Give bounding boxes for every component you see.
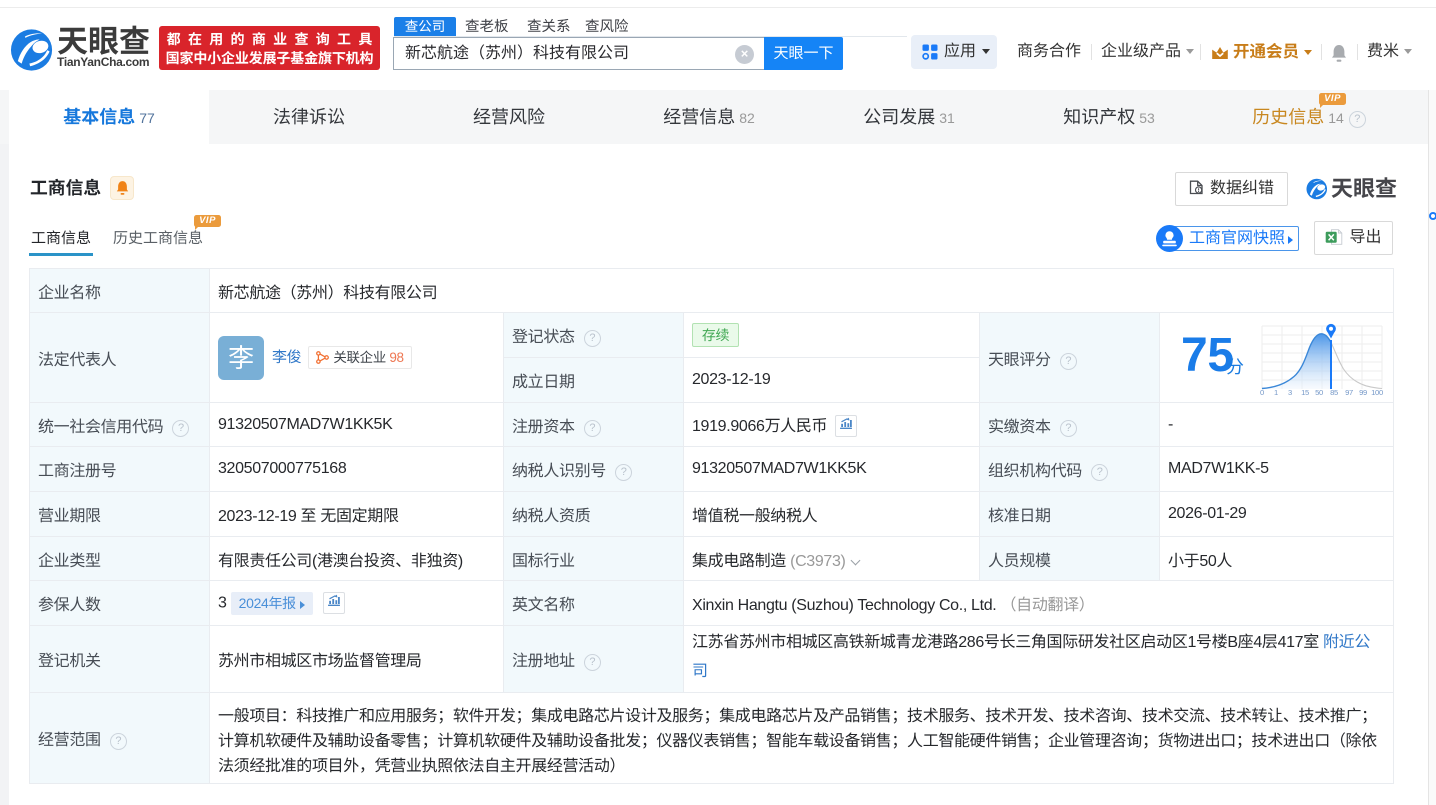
svg-text:100: 100 <box>1371 388 1383 397</box>
svg-text:15: 15 <box>1301 388 1309 397</box>
svg-text:3: 3 <box>1288 388 1292 397</box>
svg-text:50: 50 <box>1315 388 1323 397</box>
svg-text:97: 97 <box>1345 388 1353 397</box>
svg-text:0: 0 <box>1260 388 1264 397</box>
svg-text:99: 99 <box>1359 388 1367 397</box>
svg-text:85: 85 <box>1330 388 1338 397</box>
svg-text:1: 1 <box>1274 388 1278 397</box>
